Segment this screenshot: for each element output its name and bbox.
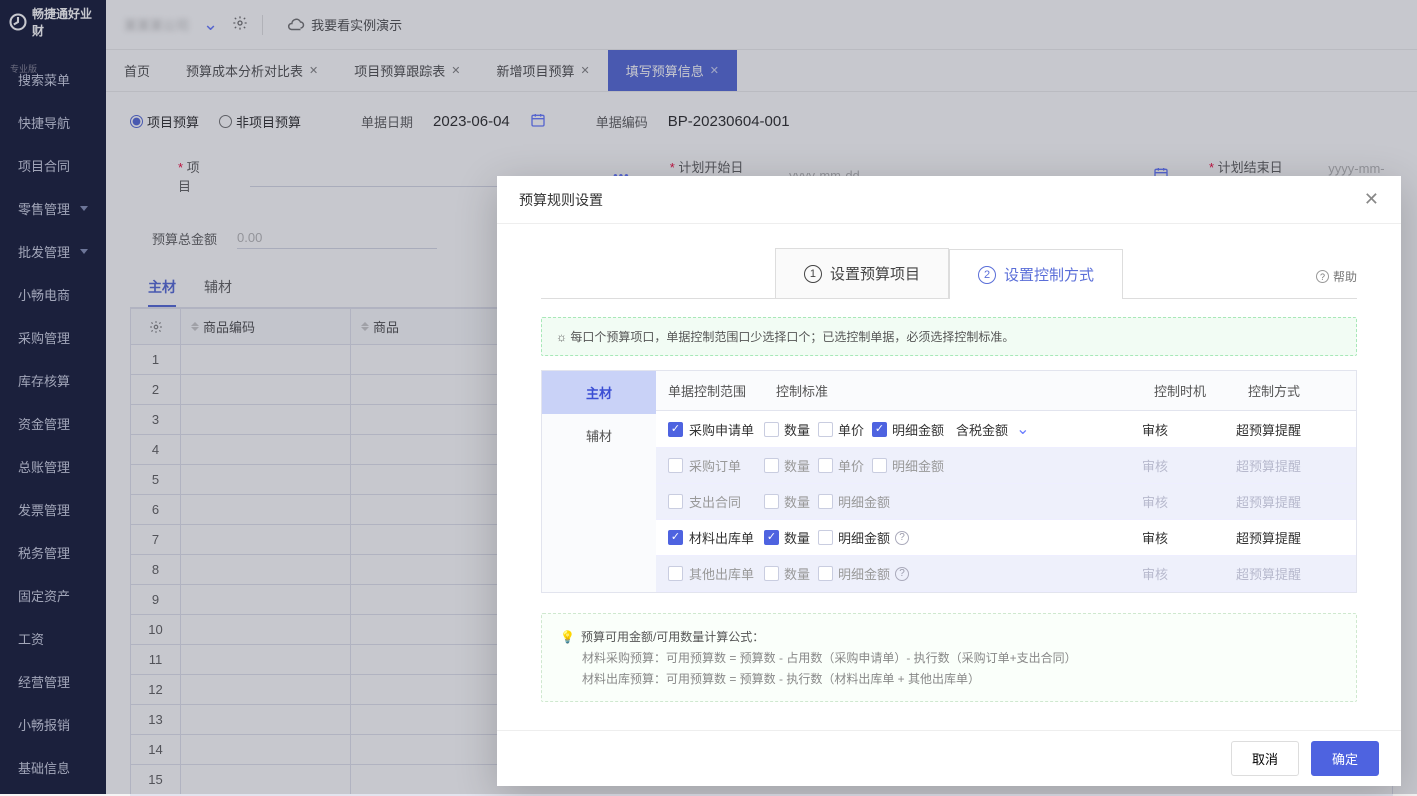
budget-rules-modal: 预算规则设置 ✕ 1设置预算项目 2设置控制方式 ?帮助 ☼ 每口个预算项口，单… xyxy=(497,176,1401,786)
scope-checkbox[interactable] xyxy=(668,530,683,545)
info-icon[interactable]: ? xyxy=(895,567,909,581)
cfg-col-mode: 控制方式 xyxy=(1236,371,1356,410)
scope-checkbox[interactable] xyxy=(668,566,683,581)
cfg-row-3: 材料出库单数量明细金额 ?审核超预算提醒 xyxy=(656,520,1356,556)
modal-title: 预算规则设置 xyxy=(519,190,603,210)
notice-bar: ☼ 每口个预算项口，单据控制范围口少选择口个；已选控制单据，必须选择控制标准。 xyxy=(541,317,1357,356)
checkbox-数量[interactable]: 数量 xyxy=(764,420,810,439)
cancel-button[interactable]: 取消 xyxy=(1231,741,1299,776)
checkbox-明细金额[interactable]: 明细金额 xyxy=(872,456,944,475)
checkbox-明细金额[interactable]: 明细金额 xyxy=(818,492,890,511)
step-tab-2[interactable]: 2设置控制方式 xyxy=(949,249,1123,299)
checkbox-明细金额[interactable]: 明细金额 xyxy=(872,420,944,439)
checkbox-数量[interactable]: 数量 xyxy=(764,564,810,583)
checkbox-单价[interactable]: 单价 xyxy=(818,420,864,439)
checkbox-数量[interactable]: 数量 xyxy=(764,492,810,511)
step-tab-1[interactable]: 1设置预算项目 xyxy=(775,248,949,298)
cfg-row-1: 采购订单数量单价明细金额审核超预算提醒 xyxy=(656,448,1356,484)
scope-checkbox[interactable] xyxy=(668,422,683,437)
cfg-side-aux[interactable]: 辅材 xyxy=(542,414,656,457)
checkbox-明细金额[interactable]: 明细金额 ? xyxy=(818,528,909,547)
ok-button[interactable]: 确定 xyxy=(1311,741,1379,776)
modal-close-icon[interactable]: ✕ xyxy=(1364,189,1379,210)
scope-checkbox[interactable] xyxy=(668,458,683,473)
checkbox-数量[interactable]: 数量 xyxy=(764,456,810,475)
info-icon[interactable]: ? xyxy=(895,531,909,545)
cfg-col-scope: 单据控制范围 xyxy=(656,371,764,410)
dropdown-icon[interactable]: ⌄ xyxy=(1016,419,1029,439)
formula-box: 💡 预算可用金额/可用数量计算公式： 材料采购预算：可用预算数 = 预算数 - … xyxy=(541,613,1357,702)
cfg-side-main[interactable]: 主材 xyxy=(542,371,656,414)
cfg-col-time: 控制时机 xyxy=(1142,371,1236,410)
scope-checkbox[interactable] xyxy=(668,494,683,509)
cfg-row-2: 支出合同数量明细金额审核超预算提醒 xyxy=(656,484,1356,520)
checkbox-单价[interactable]: 单价 xyxy=(818,456,864,475)
help-link[interactable]: ?帮助 xyxy=(1316,268,1357,285)
cfg-row-0: 采购申请单数量单价明细金额含税金额⌄审核超预算提醒 xyxy=(656,411,1356,448)
checkbox-数量[interactable]: 数量 xyxy=(764,528,810,547)
checkbox-明细金额[interactable]: 明细金额 ? xyxy=(818,564,909,583)
cfg-col-std: 控制标准 xyxy=(764,371,1142,410)
cfg-row-4: 其他出库单数量明细金额 ?审核超预算提醒 xyxy=(656,556,1356,592)
